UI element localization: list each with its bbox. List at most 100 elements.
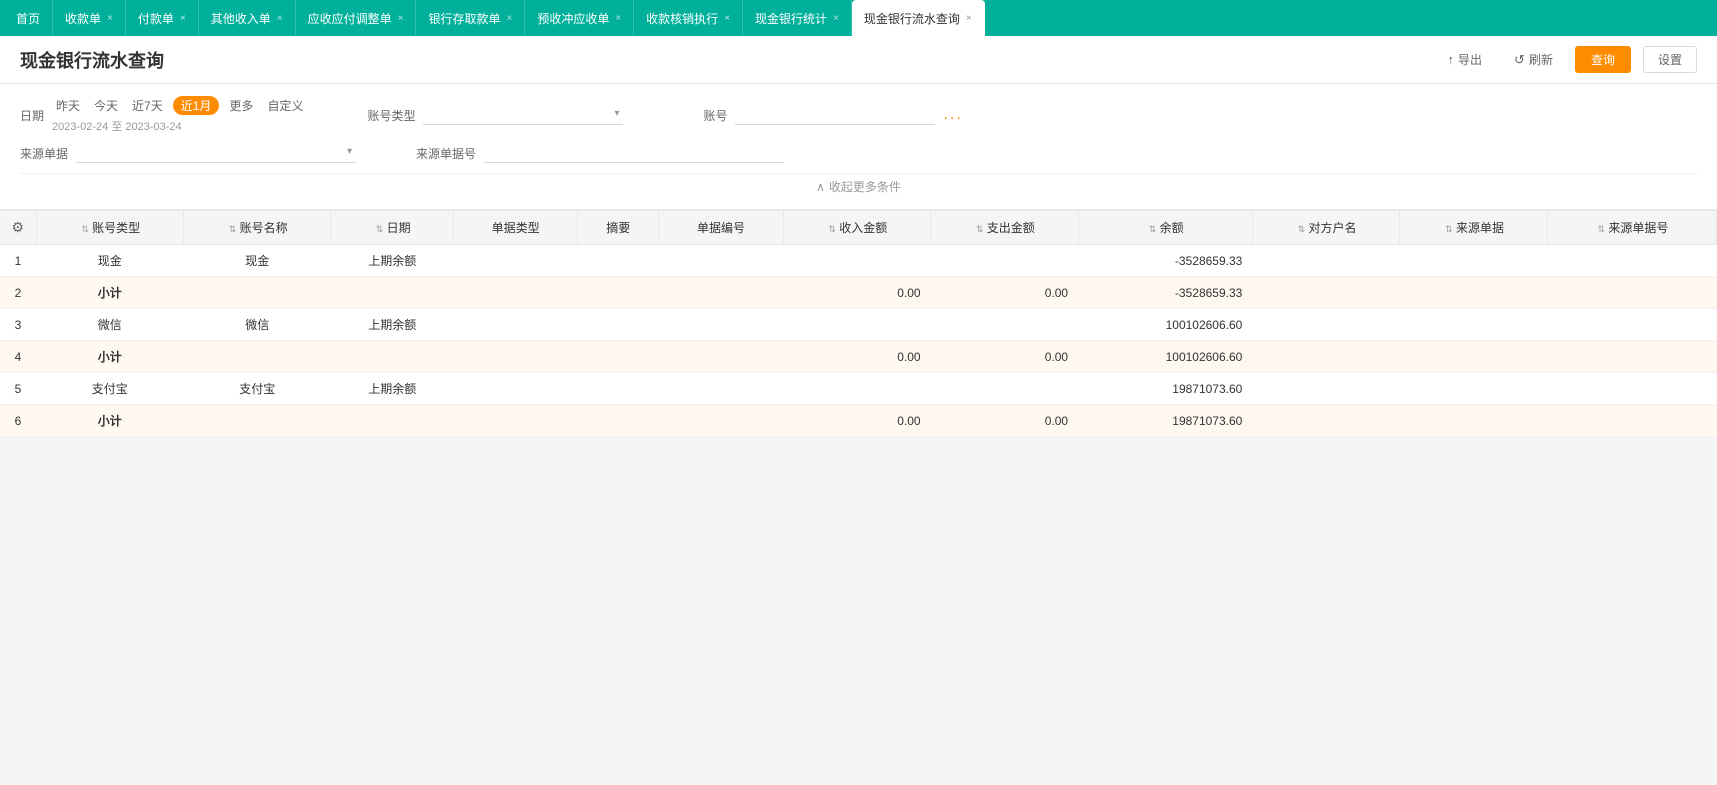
- cell-source-doc-no: [1547, 277, 1716, 309]
- settings-button[interactable]: 设置: [1643, 46, 1697, 73]
- col-account-type[interactable]: ⇅ 账号类型: [36, 211, 183, 245]
- collapse-label: 收起更多条件: [829, 178, 901, 195]
- date-filter: 日期 昨天 今天 近7天 近1月 更多 自定义 2023-02-24 至 202…: [20, 96, 307, 134]
- account-type-label: 账号类型: [367, 107, 415, 124]
- cell-source-doc-no: [1547, 245, 1716, 277]
- source-doc-num-input[interactable]: [484, 144, 784, 163]
- date-btn-today[interactable]: 今天: [90, 96, 122, 115]
- cell-doc-type: [453, 405, 577, 437]
- nav-other-income-close[interactable]: ×: [277, 13, 283, 24]
- refresh-button[interactable]: ↺ 刷新: [1504, 47, 1563, 72]
- col-gear[interactable]: ⚙: [0, 211, 36, 245]
- cell-expense: [931, 245, 1078, 277]
- col-account-name[interactable]: ⇅ 账号名称: [183, 211, 330, 245]
- cell-date: 上期余额: [331, 373, 454, 405]
- col-summary[interactable]: 摘要: [578, 211, 659, 245]
- table-row: 6小计0.000.0019871073.60: [0, 405, 1717, 437]
- page-header: 现金银行流水查询 ↑ 导出 ↺ 刷新 查询 设置: [0, 36, 1717, 84]
- col-balance[interactable]: ⇅ 余额: [1078, 211, 1252, 245]
- top-navigation: 首页 收款单 × 付款单 × 其他收入单 × 应收应付调整单 × 银行存取款单 …: [0, 0, 1717, 36]
- date-btn-7days[interactable]: 近7天: [128, 96, 167, 115]
- nav-bank-deposit-close[interactable]: ×: [506, 13, 512, 24]
- date-btn-custom[interactable]: 自定义: [263, 96, 307, 115]
- table-container: ⚙ ⇅ 账号类型 ⇅ 账号名称 ⇅ 日期 单据类型 摘要 单据编号: [0, 210, 1717, 437]
- cell-counterparty: [1252, 309, 1399, 341]
- col-expense[interactable]: ⇅ 支出金额: [931, 211, 1078, 245]
- table-row: 4小计0.000.00100102606.60: [0, 341, 1717, 373]
- account-dots-button[interactable]: ...: [943, 106, 962, 124]
- collapse-bar[interactable]: ∧ 收起更多条件: [20, 173, 1697, 197]
- nav-receipt-close[interactable]: ×: [107, 13, 113, 24]
- nav-cash-flow-close[interactable]: ×: [966, 13, 972, 24]
- cell-expense: [931, 373, 1078, 405]
- cell-income: [783, 373, 930, 405]
- cell-income: [783, 309, 930, 341]
- nav-collection-close[interactable]: ×: [724, 13, 730, 24]
- export-icon: ↑: [1448, 52, 1455, 67]
- sort-icon-date: ⇅: [376, 224, 384, 234]
- nav-payment-close[interactable]: ×: [180, 13, 186, 24]
- col-counterparty[interactable]: ⇅ 对方户名: [1252, 211, 1399, 245]
- cell-income: 0.00: [783, 277, 930, 309]
- col-doc-type[interactable]: 单据类型: [453, 211, 577, 245]
- cell-account-type: 现金: [36, 245, 183, 277]
- nav-bank-deposit[interactable]: 银行存取款单 ×: [416, 0, 525, 36]
- nav-payment[interactable]: 付款单 ×: [126, 0, 199, 36]
- table-row: 2小计0.000.00-3528659.33: [0, 277, 1717, 309]
- sort-icon-expense: ⇅: [976, 224, 984, 234]
- cell-doc-no: [659, 373, 783, 405]
- nav-receipt[interactable]: 收款单 ×: [53, 0, 126, 36]
- collapse-chevron-icon: ∧: [816, 180, 825, 194]
- account-type-select[interactable]: [423, 106, 623, 125]
- cell-account-name: [183, 405, 330, 437]
- cell-account-type: 微信: [36, 309, 183, 341]
- date-btn-more[interactable]: 更多: [225, 96, 257, 115]
- filter-area: 日期 昨天 今天 近7天 近1月 更多 自定义 2023-02-24 至 202…: [0, 84, 1717, 210]
- cell-summary: [578, 341, 659, 373]
- query-button[interactable]: 查询: [1575, 46, 1631, 73]
- source-doc-num-filter: 来源单据号: [416, 144, 784, 163]
- col-source-doc-no[interactable]: ⇅ 来源单据号: [1547, 211, 1716, 245]
- cell-doc-type: [453, 245, 577, 277]
- nav-prepayment-close[interactable]: ×: [615, 13, 621, 24]
- cell-expense: 0.00: [931, 277, 1078, 309]
- nav-cash-stats-close[interactable]: ×: [833, 13, 839, 24]
- cell-account-type: 小计: [36, 341, 183, 373]
- row-num: 4: [0, 341, 36, 373]
- col-income[interactable]: ⇅ 收入金额: [783, 211, 930, 245]
- cell-doc-type: [453, 277, 577, 309]
- nav-prepayment[interactable]: 预收冲应收单 ×: [525, 0, 634, 36]
- cell-source-doc-no: [1547, 373, 1716, 405]
- nav-other-income[interactable]: 其他收入单 ×: [199, 0, 296, 36]
- cell-counterparty: [1252, 245, 1399, 277]
- date-btn-yesterday[interactable]: 昨天: [52, 96, 84, 115]
- nav-adjustment-close[interactable]: ×: [398, 13, 404, 24]
- date-label: 日期: [20, 107, 44, 124]
- source-doc-select[interactable]: [76, 144, 356, 163]
- nav-cash-stats[interactable]: 现金银行统计 ×: [743, 0, 852, 36]
- cell-doc-no: [659, 245, 783, 277]
- cell-source-doc-no: [1547, 341, 1716, 373]
- row-num: 2: [0, 277, 36, 309]
- source-doc-select-wrapper: [76, 144, 356, 163]
- cell-source-doc-no: [1547, 405, 1716, 437]
- cell-summary: [578, 373, 659, 405]
- nav-adjustment[interactable]: 应收应付调整单 ×: [296, 0, 417, 36]
- cell-date: [331, 277, 454, 309]
- sort-icon-income: ⇅: [828, 224, 836, 234]
- export-button[interactable]: ↑ 导出: [1438, 47, 1493, 72]
- cell-date: 上期余额: [331, 309, 454, 341]
- cell-balance: 100102606.60: [1078, 341, 1252, 373]
- col-source-doc[interactable]: ⇅ 来源单据: [1400, 211, 1547, 245]
- col-date[interactable]: ⇅ 日期: [331, 211, 454, 245]
- source-doc-label: 来源单据: [20, 145, 68, 162]
- date-btn-1month[interactable]: 近1月: [173, 96, 220, 115]
- account-input[interactable]: [735, 106, 935, 125]
- nav-cash-flow[interactable]: 现金银行流水查询 ×: [852, 0, 985, 36]
- nav-collection[interactable]: 收款核销执行 ×: [634, 0, 743, 36]
- cell-account-name: [183, 341, 330, 373]
- page-title: 现金银行流水查询: [20, 47, 164, 73]
- date-shortcuts-wrapper: 昨天 今天 近7天 近1月 更多 自定义 2023-02-24 至 2023-0…: [52, 96, 307, 134]
- col-doc-no[interactable]: 单据编号: [659, 211, 783, 245]
- nav-home[interactable]: 首页: [4, 0, 53, 36]
